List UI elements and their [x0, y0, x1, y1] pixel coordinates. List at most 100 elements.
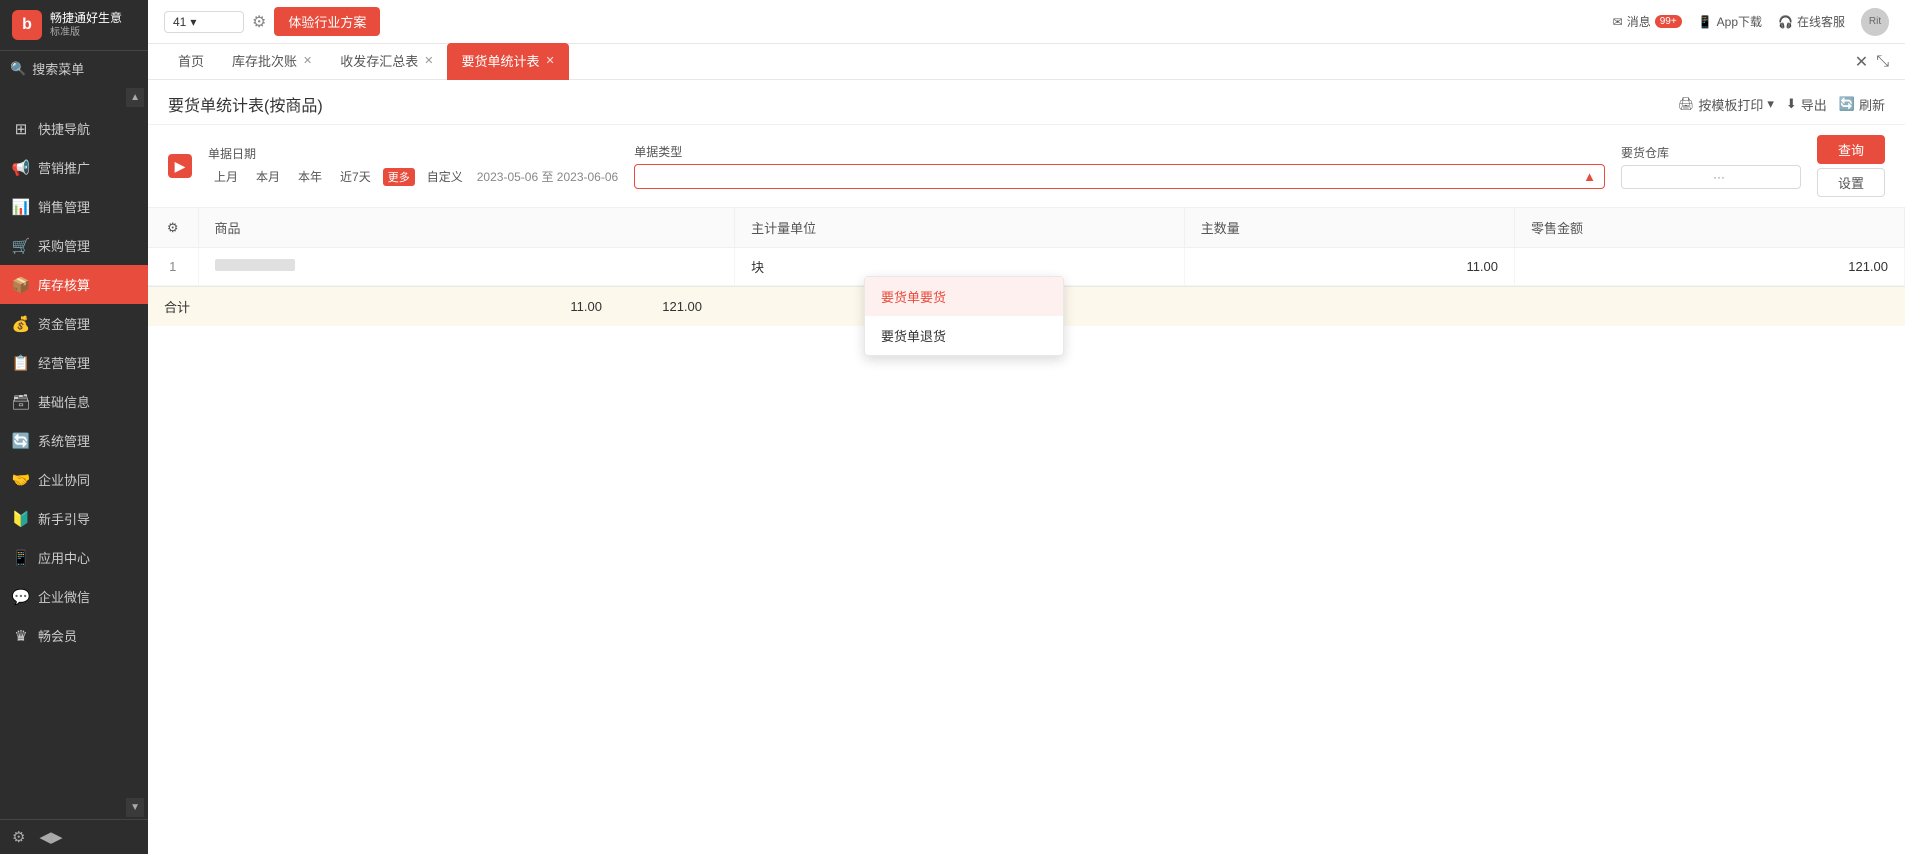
- nav-item-vip[interactable]: ♛ 畅会员: [0, 616, 148, 655]
- nav-item-inventory[interactable]: 📦 库存核算: [0, 265, 148, 304]
- page-actions: 🖨 按模板打印 ▾ ⬇ 导出 🔄 刷新: [1678, 95, 1885, 114]
- shortcut-last-month[interactable]: 上月: [208, 166, 244, 187]
- nav-item-operations[interactable]: 📋 经营管理: [0, 343, 148, 382]
- filter-type-group: 单据类型 ▲: [634, 143, 1605, 189]
- filter-expand-btn[interactable]: ▶: [168, 154, 192, 178]
- search-icon: 🔍: [10, 61, 26, 77]
- type-filter-select[interactable]: ▲: [634, 164, 1605, 189]
- nav-item-guide[interactable]: 🔰 新手引导: [0, 499, 148, 538]
- org-select-value: 41: [173, 15, 186, 29]
- filter-bar: ▶ 单据日期 上月 本月 本年 近7天 更多 自定义 2023-05-06 至 …: [148, 125, 1905, 208]
- tab-home[interactable]: 首页: [164, 43, 218, 80]
- tab-batch-label: 库存批次账: [232, 51, 297, 70]
- tab-order-summary[interactable]: 要货单统计表 ✕: [447, 43, 568, 80]
- online-service-btn[interactable]: 🎧 在线客服: [1778, 13, 1845, 30]
- service-label: 在线客服: [1797, 13, 1845, 30]
- type-dropdown: 要货单要货 要货单退货: [864, 276, 1064, 356]
- messages-btn[interactable]: ✉ 消息 99+: [1613, 13, 1682, 30]
- page-header: 要货单统计表(按商品) 🖨 按模板打印 ▾ ⬇ 导出 🔄 刷新: [148, 80, 1905, 125]
- collapse-icon[interactable]: ◀▶: [39, 828, 62, 846]
- cell-amount-0: 121.00: [1515, 248, 1905, 286]
- footer-amount: 121.00: [634, 299, 734, 314]
- tab-order-label: 要货单统计表: [461, 51, 539, 70]
- msg-badge: 99+: [1655, 15, 1682, 28]
- filter-warehouse-group: 要货仓库 ···: [1621, 144, 1801, 189]
- tab-batch-close[interactable]: ✕: [303, 54, 312, 67]
- user-name: Rit: [1861, 8, 1889, 36]
- th-amount: 零售金额: [1515, 208, 1905, 248]
- nav-item-sales[interactable]: 📊 销售管理: [0, 187, 148, 226]
- type-filter-chevron[interactable]: ▲: [1583, 169, 1596, 184]
- page-title: 要货单统计表(按商品): [168, 92, 323, 116]
- org-selector[interactable]: 41 ▾: [164, 11, 244, 33]
- nav-icon-marketing: 📢: [12, 159, 30, 177]
- query-btn[interactable]: 查询: [1817, 135, 1885, 164]
- cell-num-0: 1: [148, 248, 198, 286]
- settings-icon[interactable]: ⚙: [12, 828, 25, 846]
- dropdown-item-order-return[interactable]: 要货单退货: [865, 316, 1063, 355]
- nav-item-quick-nav[interactable]: ⊞ 快捷导航: [0, 109, 148, 148]
- user-avatar[interactable]: Rit: [1861, 8, 1889, 36]
- export-label: 导出: [1801, 95, 1827, 114]
- nav-item-finance[interactable]: 💰 资金管理: [0, 304, 148, 343]
- nav-item-app-center[interactable]: 📱 应用中心: [0, 538, 148, 577]
- sidebar-scroll-up[interactable]: ▲: [126, 88, 144, 107]
- main-content: 41 ▾ ⚙ 体验行业方案 ✉ 消息 99+ 📱 App下载 🎧 在线客服 Ri…: [148, 0, 1905, 854]
- print-btn[interactable]: 🖨 按模板打印 ▾: [1678, 95, 1774, 114]
- type-filter-input[interactable]: [643, 170, 1583, 184]
- sidebar-logo: b 畅捷通好生意 标准版: [0, 0, 148, 51]
- settings-filter-btn[interactable]: 设置: [1817, 168, 1885, 197]
- warehouse-filter-select[interactable]: ···: [1621, 165, 1801, 189]
- refresh-btn[interactable]: 🔄 刷新: [1839, 95, 1885, 114]
- trial-btn[interactable]: 体验行业方案: [274, 7, 380, 36]
- shortcut-7days[interactable]: 近7天: [334, 166, 377, 187]
- nav-label-purchase: 采购管理: [38, 236, 90, 255]
- filter-action-btns: 查询 设置: [1817, 135, 1885, 197]
- nav-icon-app-center: 📱: [12, 549, 30, 567]
- tab-receive-summary[interactable]: 收发存汇总表 ✕: [326, 43, 447, 80]
- sidebar-search[interactable]: 🔍 搜索菜单: [0, 51, 148, 86]
- msg-label: 消息: [1627, 13, 1651, 30]
- export-btn[interactable]: ⬇ 导出: [1786, 95, 1827, 114]
- app-label: App下载: [1717, 13, 1762, 30]
- tab-batch-account[interactable]: 库存批次账 ✕: [218, 43, 326, 80]
- topbar: 41 ▾ ⚙ 体验行业方案 ✉ 消息 99+ 📱 App下载 🎧 在线客服 Ri…: [148, 0, 1905, 44]
- app-download-btn[interactable]: 📱 App下载: [1698, 13, 1762, 30]
- nav-label-marketing: 营销推广: [38, 158, 90, 177]
- warehouse-filter-label: 要货仓库: [1621, 144, 1801, 161]
- nav-item-marketing[interactable]: 📢 营销推广: [0, 148, 148, 187]
- data-table: ⚙ 商品 主计量单位 主数量 零售金额 1 块 11.00 121.00: [148, 208, 1905, 286]
- nav-item-base-info[interactable]: 🗃 基础信息: [0, 382, 148, 421]
- shortcut-more[interactable]: 更多: [383, 168, 415, 186]
- message-icon: ✉: [1613, 15, 1623, 29]
- nav-item-system[interactable]: 🔄 系统管理: [0, 421, 148, 460]
- tab-receive-label: 收发存汇总表: [340, 51, 418, 70]
- type-filter-label: 单据类型: [634, 143, 1605, 160]
- nav-label-enterprise: 企业协同: [38, 470, 90, 489]
- warehouse-more-icon[interactable]: ···: [1713, 170, 1792, 184]
- nav-item-enterprise[interactable]: 🤝 企业协同: [0, 460, 148, 499]
- tab-order-close[interactable]: ✕: [546, 54, 555, 67]
- filter-date-group: 单据日期 上月 本月 本年 近7天 更多 自定义 2023-05-06 至 20…: [208, 145, 618, 187]
- dropdown-item-label-0: 要货单要货: [881, 290, 946, 305]
- tab-receive-close[interactable]: ✕: [424, 54, 433, 67]
- nav-label-enterprise-wechat: 企业微信: [38, 587, 90, 606]
- service-icon: 🎧: [1778, 15, 1793, 29]
- shortcut-custom[interactable]: 自定义: [421, 166, 469, 187]
- topbar-gear-icon[interactable]: ⚙: [252, 12, 266, 32]
- date-shortcuts: 上月 本月 本年 近7天 更多 自定义 2023-05-06 至 2023-06…: [208, 166, 618, 187]
- print-dropdown-icon: ▾: [1767, 96, 1774, 112]
- expand-window-icon[interactable]: ⤡: [1876, 53, 1889, 71]
- nav-label-operations: 经营管理: [38, 353, 90, 372]
- shortcut-this-month[interactable]: 本月: [250, 166, 286, 187]
- shortcut-this-year[interactable]: 本年: [292, 166, 328, 187]
- nav-icon-finance: 💰: [12, 315, 30, 333]
- close-window-icon[interactable]: ✕: [1855, 52, 1868, 72]
- nav-item-purchase[interactable]: 🛒 采购管理: [0, 226, 148, 265]
- th-settings[interactable]: ⚙: [148, 208, 198, 248]
- sidebar-scroll-down[interactable]: ▼: [126, 798, 144, 817]
- product-placeholder: [215, 259, 295, 271]
- nav-item-enterprise-wechat[interactable]: 💬 企业微信: [0, 577, 148, 616]
- dropdown-item-order-goods[interactable]: 要货单要货: [865, 277, 1063, 316]
- cell-product-0: [198, 248, 735, 286]
